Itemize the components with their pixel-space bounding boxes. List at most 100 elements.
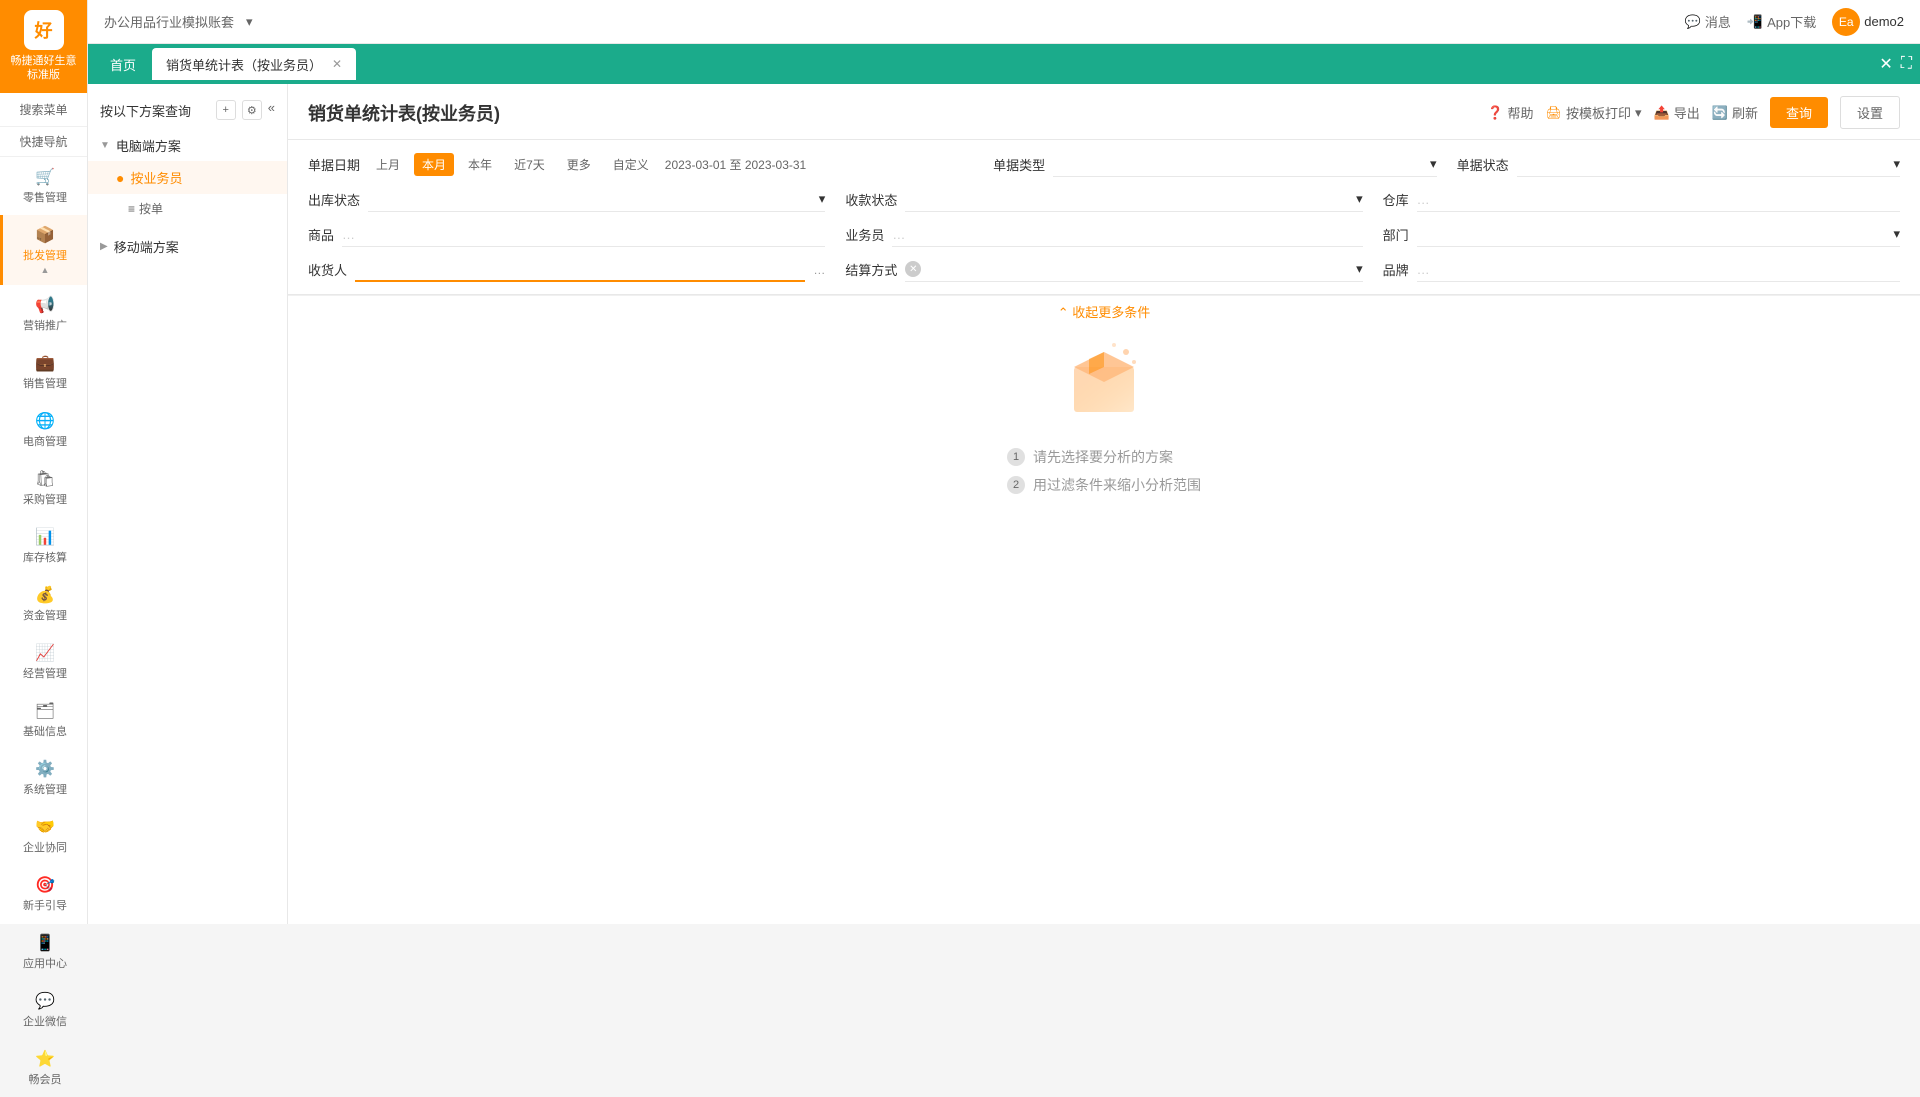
date-btn-this-month[interactable]: 本月	[414, 153, 454, 176]
tab-sales-stats[interactable]: 销货单统计表（按业务员） ✕	[152, 48, 356, 80]
sidebar-item-operation[interactable]: 📈 经营管理	[0, 633, 87, 691]
sidebar-item-wechat[interactable]: 💬 企业微信	[0, 981, 87, 1039]
query-button[interactable]: 查询	[1770, 97, 1828, 128]
topbar-right: 💬 消息 📲 App下载 Ea demo2	[1685, 8, 1904, 36]
date-btn-7days[interactable]: 近7天	[506, 153, 553, 176]
filter-warehouse: 仓库 …	[1383, 188, 1900, 212]
outstock-arrow: ▾	[819, 191, 826, 207]
left-panel-collapse-btn[interactable]: «	[268, 100, 275, 120]
department-select[interactable]: ▾	[1417, 222, 1900, 247]
filter-consignee: 收货人 …	[308, 257, 825, 282]
logo-text: 畅捷通好生意 标准版	[11, 54, 77, 83]
sidebar-item-member[interactable]: ⭐ 畅会员	[0, 1039, 87, 1097]
page-header: 销货单统计表(按业务员) ❓ 帮助 🖨 按模板打印 ▾ 📤 导出	[288, 84, 1920, 140]
tab-actions: ✕ ⛶	[1879, 54, 1912, 74]
consignee-input[interactable]	[355, 257, 805, 282]
wechat-label: 企业微信	[23, 1013, 67, 1029]
doc-status-select[interactable]: ▾	[1517, 152, 1900, 177]
date-btn-custom[interactable]: 自定义	[605, 153, 657, 176]
sidebar-item-retail[interactable]: 🛒 零售管理	[0, 157, 87, 215]
consignee-more[interactable]: …	[813, 263, 825, 277]
newbie-label: 新手引导	[23, 897, 67, 913]
panel-section-pc-title[interactable]: ▼ 电脑端方案	[88, 130, 287, 161]
payment-label: 收款状态	[845, 190, 897, 209]
export-icon: 📤	[1654, 105, 1670, 121]
sidebar-item-inventory[interactable]: 📊 库存核算	[0, 517, 87, 575]
refresh-icon: 🔄	[1712, 105, 1728, 121]
print-button[interactable]: 🖨 按模板打印 ▾	[1546, 103, 1642, 122]
filter-outstock: 出库状态 ▾	[308, 187, 825, 212]
panel-section-mobile-title[interactable]: ▶ 移动端方案	[88, 231, 287, 262]
date-filter: 上月 本月 本年 近7天 更多 自定义	[368, 153, 657, 176]
tab-home[interactable]: 首页	[96, 48, 150, 80]
mobile-section-caret: ▶	[100, 241, 108, 252]
help-button[interactable]: ❓ 帮助	[1487, 103, 1533, 122]
salesperson-active-indicator: ●	[116, 170, 124, 186]
topbar-dropdown[interactable]: ▾	[246, 14, 253, 30]
salesperson-select[interactable]: …	[892, 223, 1362, 247]
main: 办公用品行业模拟账套 ▾ 💬 消息 📲 App下载 Ea demo2 首页 销货…	[88, 0, 1920, 924]
sidebar-search[interactable]: 搜索菜单	[0, 93, 87, 127]
tab-close-icon[interactable]: ✕	[332, 57, 342, 71]
message-label: 消息	[1705, 12, 1731, 31]
user-profile[interactable]: Ea demo2	[1832, 8, 1904, 36]
sidebar-item-basic[interactable]: 🗂 基础信息	[0, 691, 87, 749]
panel-section-pc: ▼ 电脑端方案 ● 按业务员 ≡ 按单	[88, 126, 287, 227]
wholesale-label: 批发管理	[23, 247, 67, 263]
left-panel: 按以下方案查询 + ⚙ « ▼ 电脑端方案	[88, 84, 288, 924]
left-panel-add-btn[interactable]: +	[216, 100, 236, 120]
doc-type-select[interactable]: ▾	[1053, 152, 1436, 177]
operation-label: 经营管理	[23, 665, 67, 681]
date-btn-this-year[interactable]: 本年	[460, 153, 500, 176]
date-btn-last-month[interactable]: 上月	[368, 153, 408, 176]
sidebar-item-wholesale[interactable]: 📦 批发管理 ▲	[0, 215, 87, 285]
sidebar-item-finance[interactable]: 💰 资金管理	[0, 575, 87, 633]
goods-select[interactable]: …	[342, 223, 825, 247]
sidebar-item-enterprise[interactable]: 🤝 企业协同	[0, 807, 87, 865]
filter-row-2: 出库状态 ▾ 收款状态 ▾	[308, 187, 1900, 212]
payment-select[interactable]: ▾	[905, 187, 1362, 212]
settlement-select[interactable]: ✕ ▾	[905, 257, 1362, 282]
export-button[interactable]: 📤 导出	[1654, 103, 1700, 122]
sidebar-item-newbie[interactable]: 🎯 新手引导	[0, 865, 87, 923]
outstock-select[interactable]: ▾	[368, 187, 825, 212]
sidebar-item-system[interactable]: ⚙️ 系统管理	[0, 749, 87, 807]
empty-hint-1: 1 请先选择要分析的方案	[1007, 447, 1201, 467]
collapse-filter-btn[interactable]: ⌃ 收起更多条件	[288, 295, 1920, 327]
settings-button[interactable]: 设置	[1840, 96, 1900, 129]
sidebar-item-marketing[interactable]: 📢 营销推广	[0, 285, 87, 343]
sidebar-item-sales[interactable]: 💼 销售管理	[0, 343, 87, 401]
print-label: 按模板打印	[1566, 103, 1631, 122]
app-download-icon: 📲	[1747, 14, 1763, 30]
sidebar-item-appstore[interactable]: 📱 应用中心	[0, 923, 87, 981]
sidebar-item-ecommerce[interactable]: 🌐 电商管理	[0, 401, 87, 459]
left-panel-settings-btn[interactable]: ⚙	[242, 100, 262, 120]
inventory-icon: 📊	[35, 527, 55, 547]
settlement-clear-btn[interactable]: ✕	[905, 261, 921, 277]
filter-area: 单据日期 上月 本月 本年 近7天 更多 自定义 2023-03-01 至 20…	[288, 140, 1920, 295]
app-download-button[interactable]: 📲 App下载	[1747, 12, 1816, 31]
panel-item-by-order[interactable]: ≡ 按单	[88, 194, 287, 223]
sidebar-quick-nav[interactable]: 快捷导航	[0, 127, 87, 157]
date-btn-more[interactable]: 更多	[559, 153, 599, 176]
sidebar-logo[interactable]: 好 畅捷通好生意 标准版	[0, 0, 87, 93]
retail-icon: 🛒	[35, 167, 55, 187]
export-label: 导出	[1674, 103, 1700, 122]
tab-maximize-icon[interactable]: ⛶	[1901, 55, 1912, 73]
brand-select[interactable]: …	[1417, 258, 1900, 282]
message-button[interactable]: 💬 消息	[1685, 12, 1731, 31]
warehouse-select[interactable]: …	[1417, 188, 1900, 212]
content-body: 1 请先选择要分析的方案 2 用过滤条件来缩小分析范围	[288, 327, 1920, 924]
help-label: 帮助	[1507, 103, 1533, 122]
filter-goods: 商品 …	[308, 223, 825, 247]
page-title: 销货单统计表(按业务员)	[308, 100, 500, 126]
panel-item-salesperson[interactable]: ● 按业务员	[88, 161, 287, 194]
tab-close-window-icon[interactable]: ✕	[1879, 54, 1892, 74]
sidebar-item-purchase[interactable]: 🛍 采购管理	[0, 459, 87, 517]
quick-nav-label: 快捷导航	[19, 135, 67, 149]
username: demo2	[1864, 14, 1904, 29]
marketing-icon: 📢	[35, 295, 55, 315]
refresh-button[interactable]: 🔄 刷新	[1712, 103, 1758, 122]
wholesale-icon: 📦	[35, 225, 55, 245]
left-panel-title: 按以下方案查询	[100, 101, 191, 120]
